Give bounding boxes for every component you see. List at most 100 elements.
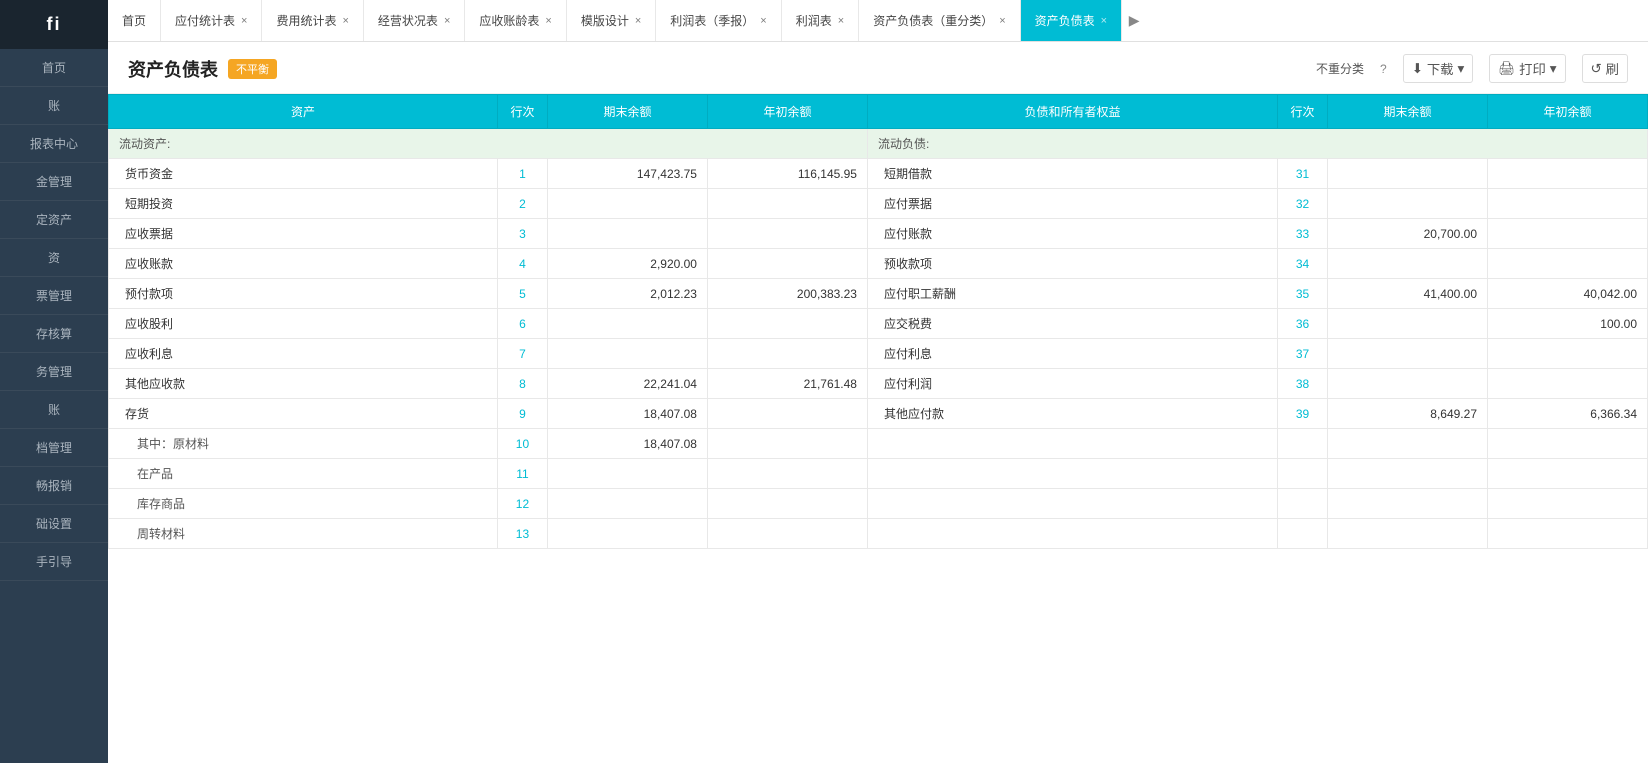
sidebar-item-basic-settings[interactable]: 础设置	[0, 505, 108, 543]
tab-balance-reclassify[interactable]: 资产负债表（重分类） ×	[859, 0, 1020, 42]
sidebar-item-report-center[interactable]: 报表中心	[0, 125, 108, 163]
sidebar-item-ledger[interactable]: 账	[0, 391, 108, 429]
sidebar-item-finance-mgmt[interactable]: 金管理	[0, 163, 108, 201]
liability-label	[867, 429, 1277, 459]
report-table: 资产 行次 期末余额 年初余额 负债和所有者权益 行次 期末余额 年初余额 流动…	[108, 94, 1648, 549]
liability-end-balance	[1328, 159, 1488, 189]
liability-label: 应付账款	[867, 219, 1277, 249]
sidebar-logo: fi	[0, 0, 108, 49]
liability-end-balance: 8,649.27	[1328, 399, 1488, 429]
no-reclassify-label[interactable]: 不重分类	[1316, 60, 1364, 77]
liability-line	[1278, 519, 1328, 549]
tab-profit[interactable]: 利润表 ×	[782, 0, 859, 42]
liability-label: 应付职工薪酬	[867, 279, 1277, 309]
page-actions: 不重分类 ? ⬇ 下载 ▾ 🖨 打印 ▾ ↺ 刷	[1316, 54, 1628, 83]
table-row[interactable]: 短期投资 2 应付票据 32	[109, 189, 1648, 219]
sidebar-item-home[interactable]: 首页	[0, 49, 108, 87]
asset-label: 预付款项	[109, 279, 498, 309]
table-row[interactable]: 预付款项 5 2,012.23 200,383.23 应付职工薪酬 35 41,…	[109, 279, 1648, 309]
tab-template[interactable]: 模版设计 ×	[567, 0, 656, 42]
page-title: 资产负债表	[128, 56, 218, 82]
tab-operation[interactable]: 经营状况表 ×	[364, 0, 465, 42]
liability-label	[867, 519, 1277, 549]
tab-close-profit[interactable]: ×	[838, 15, 844, 27]
tab-home[interactable]: 首页	[108, 0, 161, 42]
table-row[interactable]: 应收票据 3 应付账款 33 20,700.00	[109, 219, 1648, 249]
tab-close-balance[interactable]: ×	[1101, 15, 1107, 27]
table-row[interactable]: 其中：原材料 10 18,407.08	[109, 429, 1648, 459]
liability-line: 38	[1278, 369, 1328, 399]
sidebar-item-expense[interactable]: 畅报销	[0, 467, 108, 505]
section-current-asset-row: 流动资产: 流动负债:	[109, 129, 1648, 159]
refresh-button[interactable]: ↺ 刷	[1582, 54, 1629, 83]
table-row[interactable]: 应收账款 4 2,920.00 预收款项 34	[109, 249, 1648, 279]
liability-begin-balance: 40,042.00	[1488, 279, 1648, 309]
tab-close-balance-reclassify[interactable]: ×	[999, 15, 1005, 27]
tab-expense-stat[interactable]: 费用统计表 ×	[262, 0, 363, 42]
unbalanced-badge: 不平衡	[228, 59, 277, 79]
liability-end-balance	[1328, 369, 1488, 399]
sidebar-item-tax[interactable]: 务管理	[0, 353, 108, 391]
asset-end-balance	[547, 489, 707, 519]
tab-payable-stat[interactable]: 应付统计表 ×	[161, 0, 262, 42]
asset-end-balance	[547, 519, 707, 549]
liability-end-balance: 20,700.00	[1328, 219, 1488, 249]
sidebar-item-ticket[interactable]: 票管理	[0, 277, 108, 315]
asset-end-balance	[547, 339, 707, 369]
print-chevron-icon: ▾	[1550, 61, 1557, 77]
tab-profit-quarter[interactable]: 利润表（季报） ×	[656, 0, 781, 42]
liability-label	[867, 459, 1277, 489]
table-row[interactable]: 库存商品 12	[109, 489, 1648, 519]
asset-label: 在产品	[109, 459, 498, 489]
tab-close-profit-quarter[interactable]: ×	[760, 15, 766, 27]
row-line: 2	[497, 189, 547, 219]
sidebar-item-inventory[interactable]: 存核算	[0, 315, 108, 353]
liability-end-balance	[1328, 189, 1488, 219]
asset-begin-balance	[707, 219, 867, 249]
liability-end-balance	[1328, 339, 1488, 369]
th-liability: 负债和所有者权益	[867, 95, 1277, 129]
asset-end-balance: 147,423.75	[547, 159, 707, 189]
sidebar-item-guide[interactable]: 手引导	[0, 543, 108, 581]
tab-balance[interactable]: 资产负债表 ×	[1021, 0, 1122, 42]
asset-label: 其中：原材料	[109, 429, 498, 459]
page-header: 资产负债表 不平衡 不重分类 ? ⬇ 下载 ▾ 🖨 打印 ▾ ↺ 刷	[108, 42, 1648, 94]
print-button[interactable]: 🖨 打印 ▾	[1489, 54, 1565, 83]
tab-close-expense-stat[interactable]: ×	[342, 15, 348, 27]
download-button[interactable]: ⬇ 下载 ▾	[1403, 54, 1474, 83]
sidebar-item-account[interactable]: 账	[0, 87, 108, 125]
table-row[interactable]: 在产品 11	[109, 459, 1648, 489]
liability-label: 预收款项	[867, 249, 1277, 279]
liability-line: 36	[1278, 309, 1328, 339]
table-row[interactable]: 应收利息 7 应付利息 37	[109, 339, 1648, 369]
table-row[interactable]: 应收股利 6 应交税费 36 100.00	[109, 309, 1648, 339]
print-icon: 🖨	[1498, 61, 1515, 77]
liability-end-balance	[1328, 489, 1488, 519]
asset-label: 周转材料	[109, 519, 498, 549]
row-line: 11	[497, 459, 547, 489]
sidebar-item-fixed-assets[interactable]: 定资产	[0, 201, 108, 239]
sidebar: fi 首页 账 报表中心 金管理 定资产 资 票管理 存核算 务管理 账 档管理…	[0, 0, 108, 763]
table-row[interactable]: 存货 9 18,407.08 其他应付款 39 8,649.27 6,366.3…	[109, 399, 1648, 429]
liability-label: 应付利润	[867, 369, 1277, 399]
liability-line: 32	[1278, 189, 1328, 219]
tab-close-template[interactable]: ×	[635, 15, 641, 27]
table-row[interactable]: 其他应收款 8 22,241.04 21,761.48 应付利润 38	[109, 369, 1648, 399]
row-line: 1	[497, 159, 547, 189]
liability-label: 短期借款	[867, 159, 1277, 189]
tab-close-receivable[interactable]: ×	[545, 15, 551, 27]
tab-close-operation[interactable]: ×	[444, 15, 450, 27]
tab-receivable-aging[interactable]: 应收账龄表 ×	[465, 0, 566, 42]
liability-begin-balance: 6,366.34	[1488, 399, 1648, 429]
table-row[interactable]: 周转材料 13	[109, 519, 1648, 549]
tab-close-payable-stat[interactable]: ×	[241, 15, 247, 27]
tab-scroll-right[interactable]: ▶	[1122, 12, 1146, 29]
table-row[interactable]: 货币资金 1 147,423.75 116,145.95 短期借款 31	[109, 159, 1648, 189]
th-begin-balance2: 年初余额	[1488, 95, 1648, 129]
sidebar-item-archive[interactable]: 档管理	[0, 429, 108, 467]
sidebar-item-assets[interactable]: 资	[0, 239, 108, 277]
main-area: 首页 应付统计表 × 费用统计表 × 经营状况表 × 应收账龄表 × 模版设计 …	[108, 0, 1648, 763]
help-icon[interactable]: ?	[1380, 62, 1387, 76]
refresh-icon: ↺	[1591, 61, 1602, 77]
liability-line: 31	[1278, 159, 1328, 189]
